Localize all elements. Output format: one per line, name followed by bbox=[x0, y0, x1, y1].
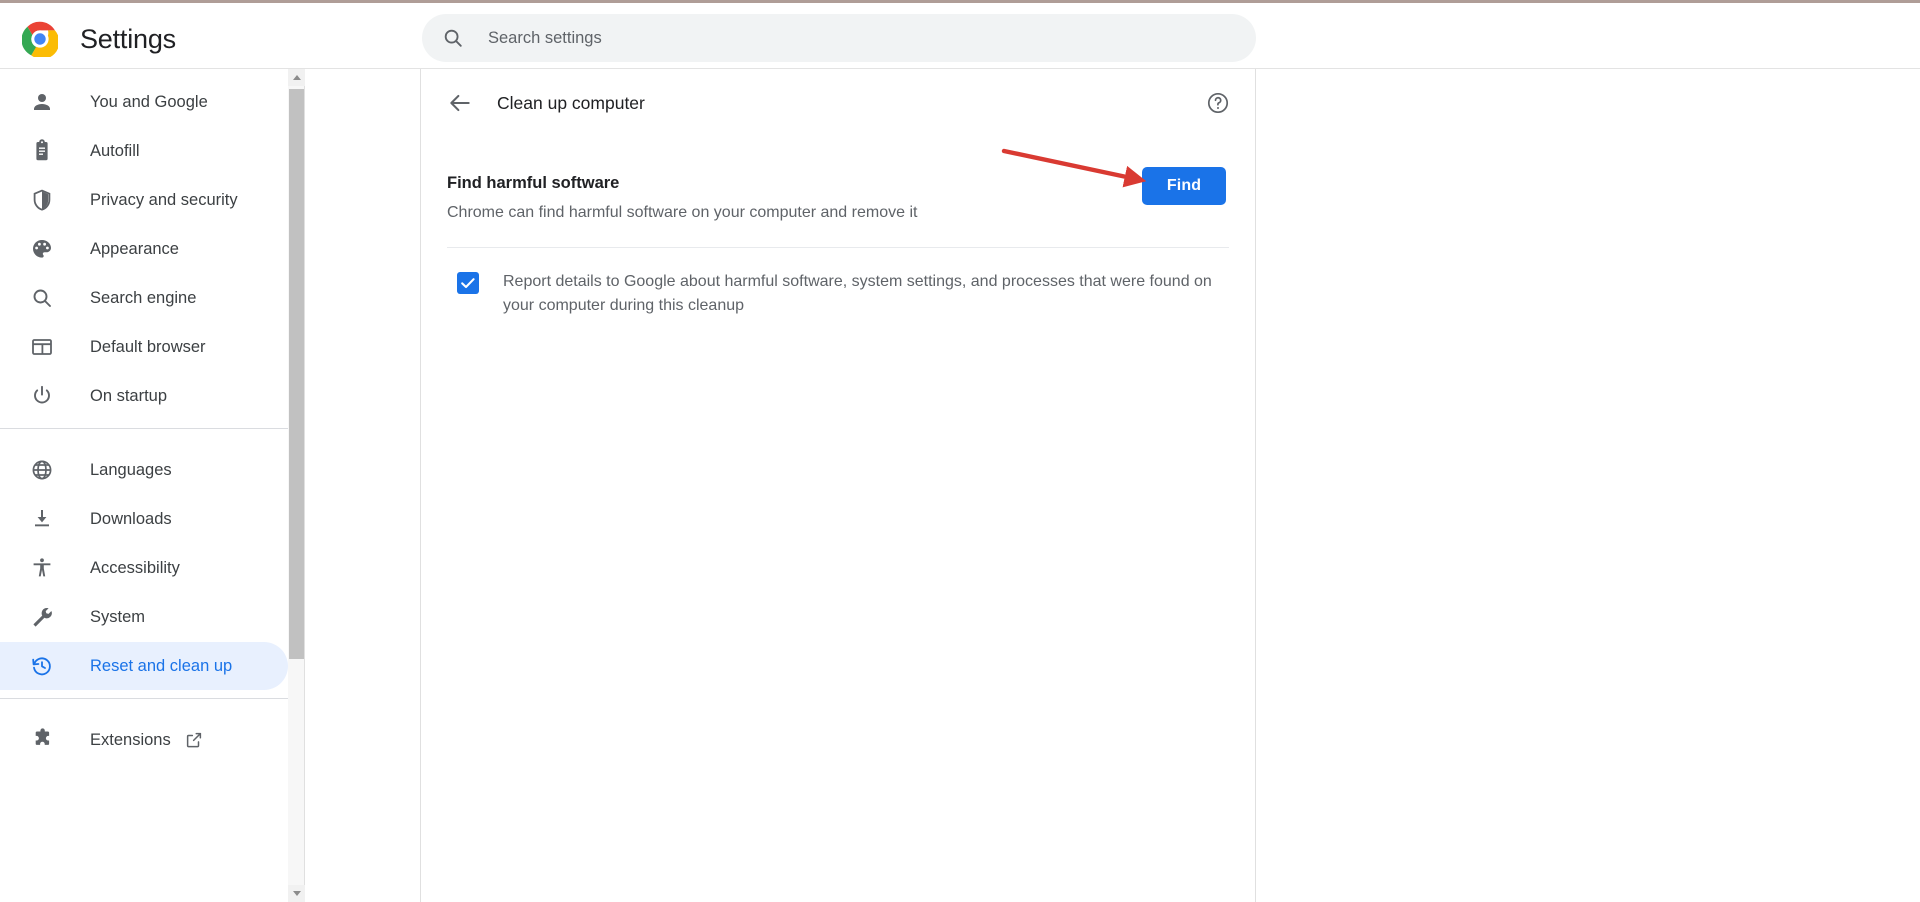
sidebar-item-accessibility[interactable]: Accessibility bbox=[0, 544, 288, 592]
sidebar-item-label: Languages bbox=[90, 460, 172, 479]
content-header: Clean up computer bbox=[421, 69, 1255, 137]
search-icon bbox=[444, 29, 462, 47]
find-harmful-software-text: Find harmful software Chrome can find ha… bbox=[447, 171, 917, 225]
back-arrow-icon[interactable] bbox=[447, 90, 473, 116]
sidebar-group-advanced: Languages Downloads Accessibility System… bbox=[0, 437, 288, 690]
sidebar-item-label: Appearance bbox=[90, 239, 179, 258]
sidebar-scrollbar[interactable] bbox=[288, 69, 305, 902]
scrollbar-down-button[interactable] bbox=[288, 885, 305, 902]
sidebar-item-languages[interactable]: Languages bbox=[0, 446, 288, 494]
sidebar-item-label: Accessibility bbox=[90, 558, 180, 577]
search-input[interactable] bbox=[486, 22, 1190, 54]
puzzle-icon bbox=[35, 728, 50, 745]
sidebar-group-primary: You and Google Autofill Privacy and secu… bbox=[0, 69, 288, 420]
sidebar-divider bbox=[0, 698, 288, 699]
find-harmful-software-row: Find harmful software Chrome can find ha… bbox=[447, 137, 1229, 225]
power-icon bbox=[34, 385, 50, 404]
report-details-label: Report details to Google about harmful s… bbox=[503, 273, 1212, 314]
download-icon bbox=[35, 510, 49, 527]
restore-history-icon bbox=[32, 657, 51, 676]
sidebar-item-you-and-google[interactable]: You and Google bbox=[0, 78, 288, 126]
external-link-icon bbox=[186, 732, 201, 748]
sidebar-item-appearance[interactable]: Appearance bbox=[0, 225, 288, 273]
sidebar-item-reset-and-clean-up[interactable]: Reset and clean up bbox=[0, 642, 288, 690]
page-title: Settings bbox=[80, 24, 176, 54]
sidebar-item-extensions[interactable]: Extensions bbox=[0, 716, 288, 764]
sidebar-item-label: On startup bbox=[90, 386, 168, 405]
scrollbar-up-button[interactable] bbox=[288, 69, 305, 86]
help-circle-icon[interactable] bbox=[1206, 91, 1230, 115]
sidebar-item-label: Default browser bbox=[90, 337, 206, 356]
report-details-checkbox[interactable] bbox=[457, 272, 479, 294]
top-bar: Settings bbox=[0, 3, 1920, 69]
sidebar-item-label: Reset and clean up bbox=[90, 656, 233, 675]
sidebar-item-search-engine[interactable]: Search engine bbox=[0, 274, 288, 322]
palette-icon bbox=[33, 240, 51, 258]
browser-window-icon bbox=[32, 339, 52, 355]
sidebar-item-label: Downloads bbox=[90, 509, 172, 528]
scrollbar-thumb[interactable] bbox=[289, 89, 304, 659]
shield-icon bbox=[33, 189, 51, 211]
sidebar-item-downloads[interactable]: Downloads bbox=[0, 495, 288, 543]
search-bar[interactable] bbox=[422, 14, 1256, 62]
find-harmful-software-description: Chrome can find harmful software on your… bbox=[447, 204, 918, 221]
find-button[interactable]: Find bbox=[1142, 167, 1226, 205]
search-icon bbox=[33, 289, 51, 307]
globe-icon bbox=[32, 460, 52, 480]
wrench-icon bbox=[33, 607, 52, 627]
sidebar-item-autofill[interactable]: Autofill bbox=[0, 127, 288, 175]
sidebar: You and Google Autofill Privacy and secu… bbox=[0, 69, 288, 902]
sidebar-item-label: System bbox=[90, 607, 146, 626]
sidebar-item-system[interactable]: System bbox=[0, 593, 288, 641]
sidebar-item-default-browser[interactable]: Default browser bbox=[0, 323, 288, 371]
sidebar-item-label: Search engine bbox=[90, 288, 197, 307]
person-icon bbox=[34, 94, 50, 110]
find-harmful-software-title: Find harmful software bbox=[447, 174, 620, 192]
sidebar-group-extensions: Extensions bbox=[0, 707, 288, 764]
content-panel: Clean up computer Find harmful software … bbox=[420, 69, 1256, 902]
sidebar-item-on-startup[interactable]: On startup bbox=[0, 372, 288, 420]
clipboard-icon bbox=[36, 139, 48, 161]
checkmark-icon bbox=[461, 278, 475, 289]
sidebar-item-label: Autofill bbox=[90, 141, 140, 160]
content-title: Clean up computer bbox=[497, 92, 645, 113]
sidebar-item-label: Privacy and security bbox=[90, 190, 238, 209]
accessibility-icon bbox=[33, 558, 51, 577]
report-details-row: Report details to Google about harmful s… bbox=[447, 248, 1229, 318]
sidebar-item-label: You and Google bbox=[90, 92, 208, 111]
chrome-logo-icon bbox=[22, 21, 58, 57]
sidebar-item-privacy-and-security[interactable]: Privacy and security bbox=[0, 176, 288, 224]
clean-up-card: Find harmful software Chrome can find ha… bbox=[421, 137, 1255, 318]
settings-page: Settings You and Google Aut bbox=[0, 0, 1920, 902]
sidebar-item-label: Extensions bbox=[90, 730, 171, 749]
sidebar-divider bbox=[0, 428, 288, 429]
